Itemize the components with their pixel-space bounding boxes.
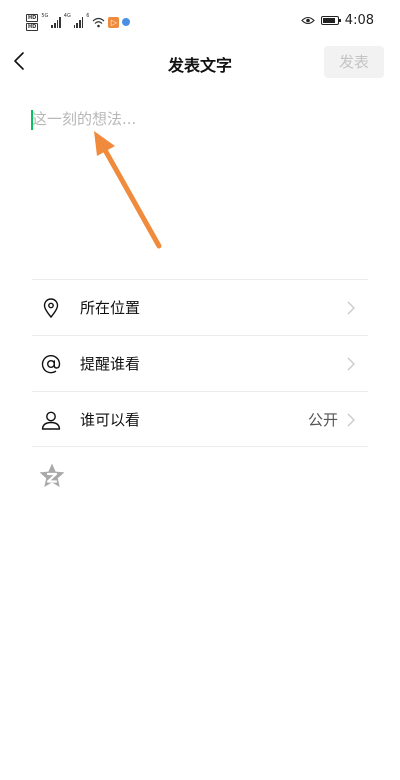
status-bar: HD HD 5G 4G 6 ▷ 4:08	[0, 0, 400, 44]
chevron-right-icon	[347, 301, 355, 315]
option-visibility-value: 公开	[307, 411, 338, 429]
status-left-icons: HD HD 5G 4G 6 ▷	[26, 11, 131, 33]
app-dot-icon	[122, 18, 131, 26]
option-location-label: 所在位置	[80, 299, 141, 317]
option-location[interactable]: 所在位置	[32, 279, 368, 335]
battery-level	[322, 18, 336, 23]
option-list: 所在位置 提醒谁看 谁可以看 公开	[32, 279, 368, 447]
network-5g-label: 5G	[41, 13, 49, 19]
wifi-icon	[93, 17, 105, 27]
text-caret	[31, 110, 33, 130]
cell-signal-icon-secondary	[73, 16, 84, 28]
person-icon	[41, 411, 61, 430]
option-mention[interactable]: 提醒谁看	[32, 335, 368, 391]
hd-badge: HD	[26, 13, 39, 22]
option-mention-label: 提醒谁看	[80, 355, 141, 373]
status-right-icons: 4:08	[301, 13, 374, 28]
option-visibility[interactable]: 谁可以看 公开	[32, 391, 368, 447]
location-pin-icon	[43, 298, 59, 319]
battery-icon	[320, 16, 341, 25]
at-sign-icon	[41, 355, 61, 374]
chevron-right-icon	[347, 357, 355, 371]
composer	[31, 108, 368, 258]
app-notification-icon: ▷	[108, 16, 120, 28]
publish-button[interactable]: 发表	[324, 46, 384, 78]
chevron-right-icon	[347, 413, 355, 427]
star-z-icon[interactable]	[38, 462, 66, 490]
hd-badge-secondary: HD	[26, 22, 39, 31]
network-4g-label: 4G	[63, 13, 71, 19]
post-text-input[interactable]	[32, 108, 368, 258]
wifi-label: 6	[86, 13, 90, 19]
option-visibility-label: 谁可以看	[80, 411, 141, 429]
cell-signal-icon	[51, 16, 61, 28]
hd-badges: HD HD	[26, 13, 39, 31]
nav-bar: 发表文字 发表	[0, 44, 400, 80]
clock: 4:08	[344, 13, 374, 28]
eye-icon	[301, 16, 315, 25]
